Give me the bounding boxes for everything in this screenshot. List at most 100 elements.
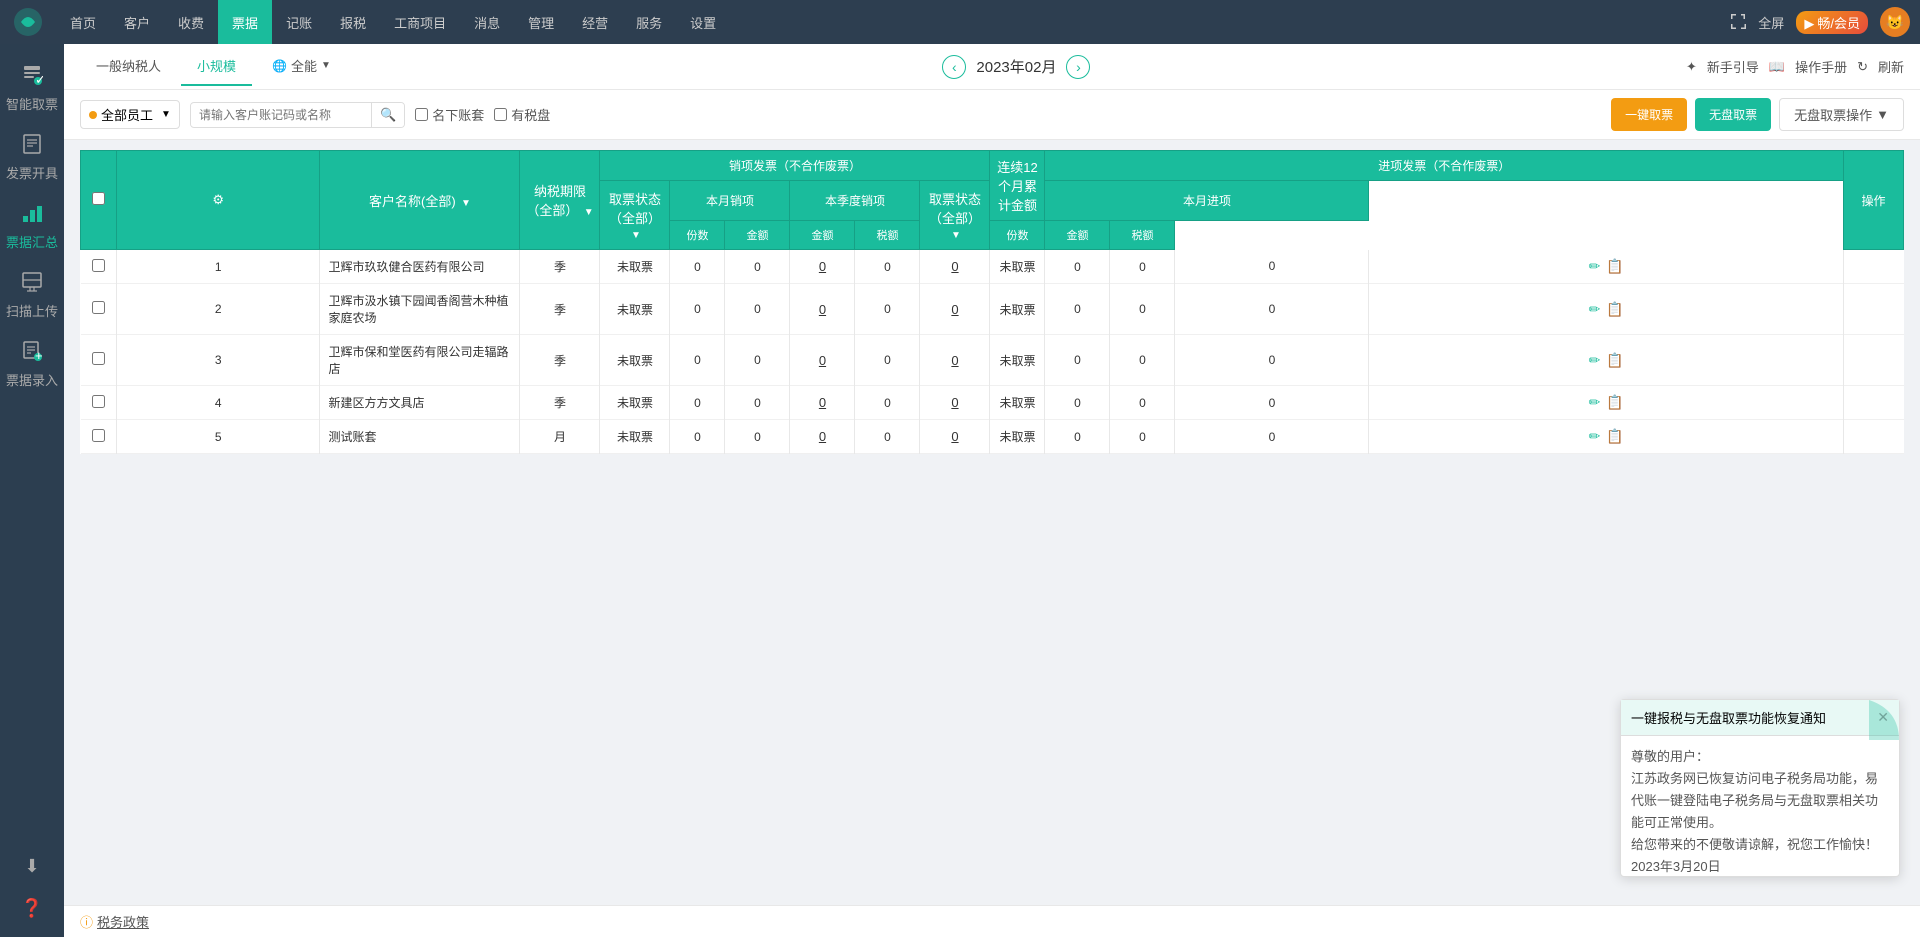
row-view-btn[interactable]: 📋 <box>1606 428 1623 445</box>
tab-all[interactable]: 🌐 全能 ▼ <box>256 48 347 86</box>
th-select-all <box>81 151 117 250</box>
employee-dropdown-icon: ▼ <box>161 109 171 120</box>
operation-manual-btn[interactable]: 操作手册 <box>1795 57 1847 76</box>
row-edit-btn[interactable]: ✏ <box>1589 301 1601 318</box>
employee-selector[interactable]: 全部员工 ▼ <box>80 100 180 129</box>
no-disk-ops-btn[interactable]: 无盘取票操作 ▼ <box>1779 98 1904 131</box>
nav-customer[interactable]: 客户 <box>110 0 164 44</box>
th-customer-label: 客户名称(全部) <box>369 194 456 209</box>
row-checkbox[interactable] <box>92 259 105 272</box>
row-sales-quarter-tax: 0 <box>855 386 920 420</box>
settings-icon[interactable]: ⚙ <box>212 192 224 207</box>
row-sales-quarter-tax: 0 <box>855 284 920 335</box>
tab-general-taxpayer[interactable]: 一般纳税人 <box>80 48 177 86</box>
sidebar-label-invoice-entry: 票据录入 <box>6 370 58 389</box>
sidebar-help-btn[interactable]: ❓ <box>13 890 51 927</box>
sales-status-filter-icon[interactable]: ▼ <box>631 230 641 241</box>
sidebar-label-invoice-summary: 票据汇总 <box>6 232 58 251</box>
row-view-btn[interactable]: 📋 <box>1606 394 1623 411</box>
tab-small-scale[interactable]: 小规模 <box>181 48 252 86</box>
row-sales-quarter-tax: 0 <box>855 250 920 284</box>
select-all-checkbox[interactable] <box>92 192 105 205</box>
account-checkbox[interactable] <box>415 108 428 121</box>
row-income-month-count: 0 <box>1045 420 1110 454</box>
sidebar-bottom: ⬇ ❓ <box>13 848 51 937</box>
table-body: 1 卫辉市玖玖健合医药有限公司 季 未取票 0 0 0 0 0 未取票 0 0 … <box>81 250 1904 454</box>
notification-popup: 一键报税与无盘取票功能恢复通知 ✕ 尊敬的用户： 江苏政务网已恢复访问电子税务局… <box>1620 699 1900 877</box>
nav-business[interactable]: 工商项目 <box>380 0 460 44</box>
one-key-ticket-btn[interactable]: 一键取票 <box>1611 98 1687 131</box>
row-cumulative: 0 <box>920 284 990 335</box>
nav-operation[interactable]: 经营 <box>568 0 622 44</box>
fullscreen-label[interactable]: 全屏 <box>1758 13 1784 32</box>
row-sales-month-amount: 0 <box>725 284 790 335</box>
nav-bookkeeping[interactable]: 记账 <box>272 0 326 44</box>
nav-manage[interactable]: 管理 <box>514 0 568 44</box>
nav-message[interactable]: 消息 <box>460 0 514 44</box>
row-edit-btn[interactable]: ✏ <box>1589 394 1601 411</box>
row-edit-btn[interactable]: ✏ <box>1589 352 1601 369</box>
new-guide-btn[interactable]: 新手引导 <box>1707 57 1759 76</box>
row-sales-month-count: 0 <box>670 386 725 420</box>
search-button[interactable]: 🔍 <box>371 103 404 127</box>
row-sales-month-count: 0 <box>670 335 725 386</box>
row-view-btn[interactable]: 📋 <box>1606 352 1623 369</box>
tax-policy-icon: ⓘ <box>80 912 93 931</box>
row-sales-month-amount: 0 <box>725 250 790 284</box>
nav-tax[interactable]: 报税 <box>326 0 380 44</box>
search-input[interactable] <box>191 104 371 126</box>
sidebar-item-scan-upload[interactable]: 扫描上传 <box>0 261 64 330</box>
row-sales-quarter-amount: 0 <box>790 335 855 386</box>
vip-icon: ▶ <box>1804 16 1814 31</box>
row-sales-quarter-amount: 0 <box>790 250 855 284</box>
no-disk-ticket-btn[interactable]: 无盘取票 <box>1695 98 1771 131</box>
row-checkbox-cell <box>81 386 117 420</box>
row-checkbox[interactable] <box>92 429 105 442</box>
nav-home[interactable]: 首页 <box>56 0 110 44</box>
row-sales-quarter-amount: 0 <box>790 284 855 335</box>
row-customer: 卫辉市汲水镇下园闻香阁营木种植家庭农场 <box>320 284 520 335</box>
user-avatar[interactable]: 😺 <box>1880 7 1910 37</box>
nav-settings[interactable]: 设置 <box>676 0 730 44</box>
row-cumulative: 0 <box>920 335 990 386</box>
tax-disk-checkbox[interactable] <box>494 108 507 121</box>
nav-service[interactable]: 服务 <box>622 0 676 44</box>
period-next-btn[interactable]: › <box>1066 55 1090 79</box>
smart-ticket-icon: ✓ <box>21 64 43 90</box>
row-checkbox[interactable] <box>92 395 105 408</box>
sidebar-download-btn[interactable]: ⬇ <box>16 848 47 885</box>
income-status-label: 取票状态（全部） <box>929 192 981 226</box>
sidebar-item-smart-ticket[interactable]: ✓ 智能取票 <box>0 54 64 123</box>
employee-label: 全部员工 <box>101 105 153 124</box>
row-income-month-amount: 0 <box>1110 335 1175 386</box>
row-view-btn[interactable]: 📋 <box>1606 258 1623 275</box>
notification-content: 尊敬的用户： 江苏政务网已恢复访问电子税务局功能，易代账一键登陆电子税务局与无盘… <box>1631 746 1889 876</box>
sidebar-item-invoice-summary[interactable]: 票据汇总 <box>0 192 64 261</box>
sidebar-item-invoice-entry[interactable]: + 票据录入 <box>0 330 64 399</box>
account-checkbox-label[interactable]: 名下账套 <box>415 105 484 124</box>
tax-disk-checkbox-label[interactable]: 有税盘 <box>494 105 550 124</box>
tax-policy-link[interactable]: 税务政策 <box>97 912 149 931</box>
row-customer: 卫辉市玖玖健合医药有限公司 <box>320 250 520 284</box>
operation-manual-icon: 📖 <box>1769 59 1785 75</box>
row-view-btn[interactable]: 📋 <box>1606 301 1623 318</box>
row-ops: ✏ 📋 <box>1369 250 1844 284</box>
row-edit-btn[interactable]: ✏ <box>1589 428 1601 445</box>
period-prev-btn[interactable]: ‹ <box>942 55 966 79</box>
row-sales-month-amount: 0 <box>725 420 790 454</box>
period-filter-icon[interactable]: ▼ <box>584 207 594 218</box>
refresh-btn[interactable]: 刷新 <box>1878 57 1904 76</box>
app-logo <box>10 4 46 40</box>
row-sales-status: 未取票 <box>600 284 670 335</box>
row-edit-btn[interactable]: ✏ <box>1589 258 1601 275</box>
row-checkbox[interactable] <box>92 352 105 365</box>
fullscreen-btn[interactable] <box>1730 13 1746 32</box>
nav-billing[interactable]: 收费 <box>164 0 218 44</box>
th-month-income: 本月进项 <box>1045 181 1369 221</box>
vip-badge[interactable]: ▶ 畅/会员 <box>1796 11 1868 34</box>
sidebar-item-invoice-issue[interactable]: 发票开具 <box>0 123 64 192</box>
income-status-filter-icon[interactable]: ▼ <box>951 230 961 241</box>
nav-invoice[interactable]: 票据 <box>218 0 272 44</box>
row-checkbox[interactable] <box>92 301 105 314</box>
customer-filter-icon[interactable]: ▼ <box>461 198 471 209</box>
